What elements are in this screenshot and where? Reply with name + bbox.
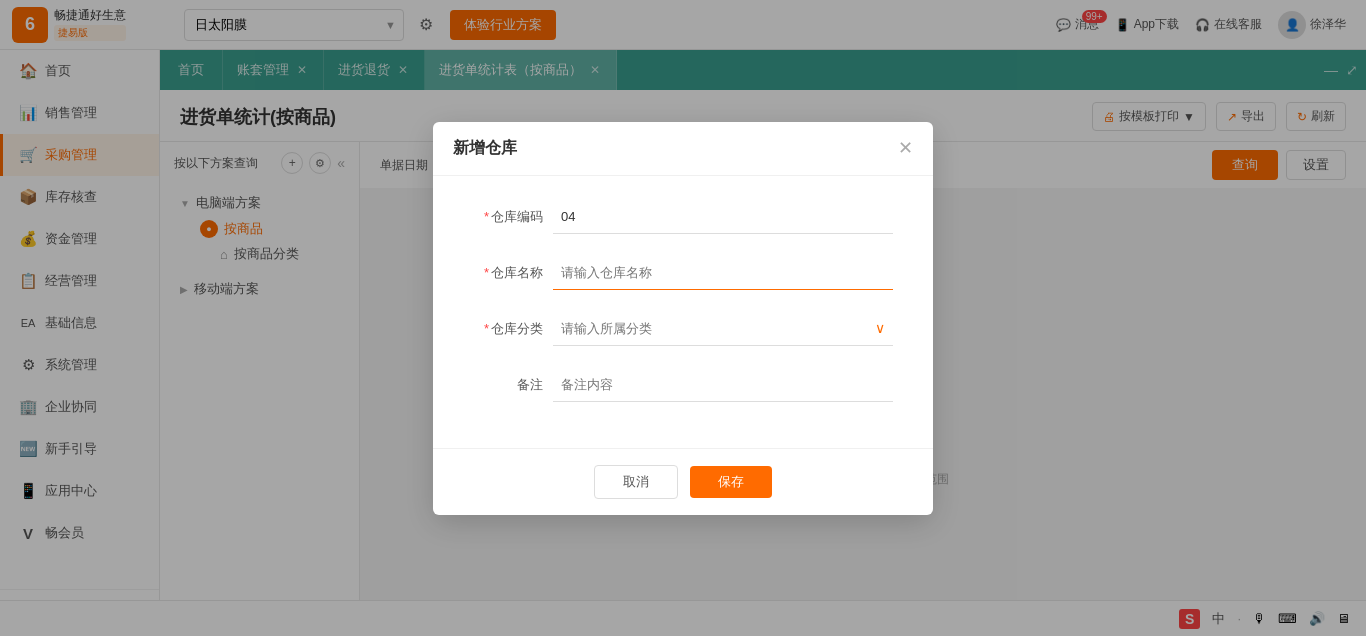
category-input[interactable]	[561, 321, 875, 336]
modal-overlay[interactable]: 新增仓库 ✕ 仓库编码 仓库名称 仓库分类 ∨	[0, 0, 1366, 636]
category-select-wrap[interactable]: ∨	[553, 312, 893, 346]
form-row-category: 仓库分类 ∨	[473, 312, 893, 346]
code-label: 仓库编码	[473, 208, 553, 226]
category-chevron-icon: ∨	[875, 320, 885, 336]
dialog-body: 仓库编码 仓库名称 仓库分类 ∨ 备注	[433, 176, 933, 448]
dialog-footer: 取消 保存	[433, 448, 933, 515]
name-input[interactable]	[553, 256, 893, 290]
dialog-title: 新增仓库	[453, 138, 517, 159]
note-label: 备注	[473, 376, 553, 394]
form-row-note: 备注	[473, 368, 893, 402]
code-input[interactable]	[553, 200, 893, 234]
dialog-header: 新增仓库 ✕	[433, 122, 933, 176]
dialog-close-icon[interactable]: ✕	[898, 139, 913, 157]
name-label: 仓库名称	[473, 264, 553, 282]
save-button[interactable]: 保存	[690, 466, 772, 498]
form-row-name: 仓库名称	[473, 256, 893, 290]
form-row-code: 仓库编码	[473, 200, 893, 234]
add-warehouse-dialog: 新增仓库 ✕ 仓库编码 仓库名称 仓库分类 ∨	[433, 122, 933, 515]
category-label: 仓库分类	[473, 320, 553, 338]
cancel-button[interactable]: 取消	[594, 465, 678, 499]
note-input[interactable]	[553, 368, 893, 402]
